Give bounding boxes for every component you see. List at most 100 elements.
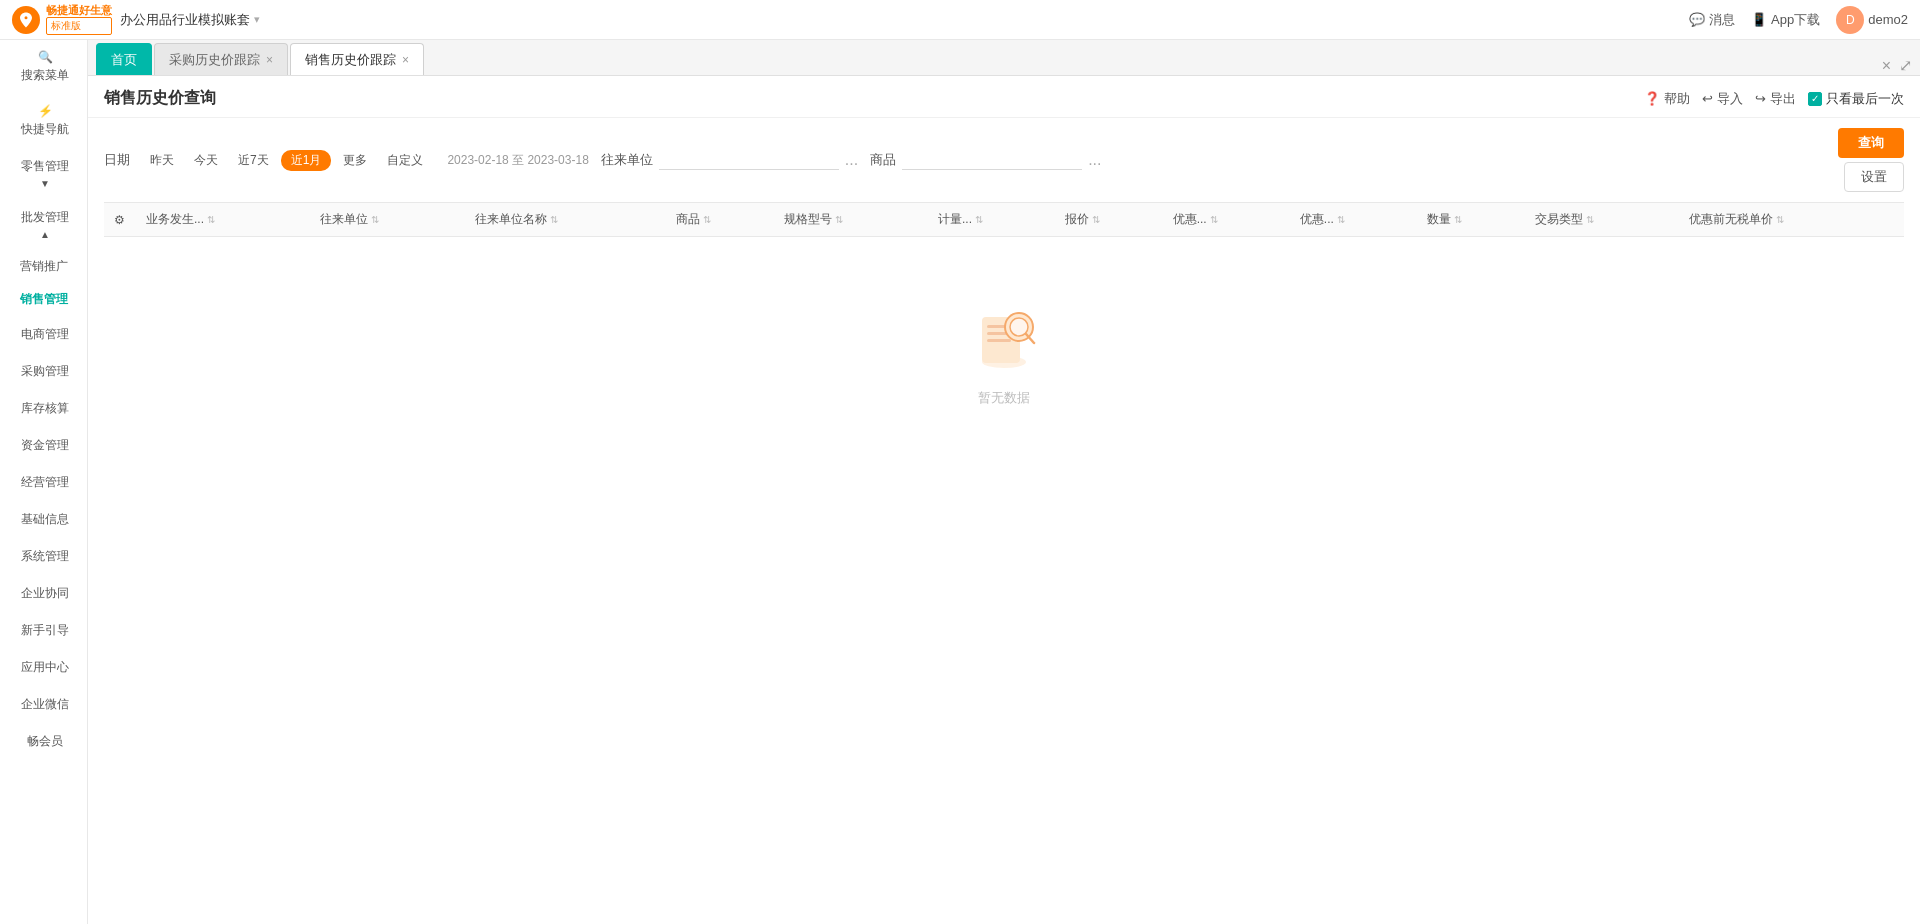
- sidebar-item-inventory-calc[interactable]: 库存核算: [0, 390, 87, 427]
- table-th-quote: 报价 ⇅: [1055, 203, 1163, 237]
- sort-icon-partner-name[interactable]: ⇅: [550, 214, 558, 225]
- table-header: ⚙ 业务发生... ⇅ 往来单位: [104, 203, 1904, 237]
- sort-icon-unit[interactable]: ⇅: [975, 214, 983, 225]
- sidebar-item-purchase-mgmt[interactable]: 采购管理: [0, 353, 87, 390]
- sidebar-item-basic-info[interactable]: 基础信息: [0, 501, 87, 538]
- settings-button[interactable]: 设置: [1844, 162, 1904, 192]
- chevron-down-icon: ▼: [40, 178, 50, 189]
- sort-icon-quote[interactable]: ⇅: [1092, 214, 1100, 225]
- sidebar-item-enterprise-collab[interactable]: 企业协同: [0, 575, 87, 612]
- sort-icon-discount1[interactable]: ⇅: [1210, 214, 1218, 225]
- date-btn-yesterday[interactable]: 昨天: [142, 150, 182, 171]
- sort-icon-trade-type[interactable]: ⇅: [1586, 214, 1594, 225]
- table-th-settings: ⚙: [104, 203, 136, 237]
- product-filter-input[interactable]: [902, 150, 1082, 170]
- purchase-history-tab-label: 采购历史价跟踪: [169, 51, 260, 69]
- right-panel: 首页 采购历史价跟踪 × 销售历史价跟踪 × × ⤢ 销售历史价查询: [88, 40, 1920, 924]
- close-window-button[interactable]: ×: [1882, 57, 1891, 75]
- main-layout: 🔍 搜索菜单 ⚡ 快捷导航 零售管理 ▼ 批发管理 ▲ 营销推广 销售管理 电商…: [0, 40, 1920, 924]
- sort-icon-quantity[interactable]: ⇅: [1454, 214, 1462, 225]
- sidebar-item-quick-nav[interactable]: ⚡ 快捷导航: [0, 94, 87, 148]
- product-filter-label: 商品: [870, 151, 896, 169]
- filter-area: 日期 昨天 今天 近7天 近1月 更多 自定义 2023-02-18 至 202…: [88, 118, 1920, 202]
- chevron-up-icon: ▲: [40, 229, 50, 240]
- page-actions: ❓ 帮助 ↩ 导入 ↪ 导出 只看最后一次: [1644, 90, 1904, 108]
- only-last-checkbox-label[interactable]: 只看最后一次: [1808, 90, 1904, 108]
- sidebar-item-member[interactable]: 畅会员: [0, 723, 87, 760]
- date-btn-7days[interactable]: 近7天: [230, 150, 277, 171]
- svg-rect-4: [987, 339, 1011, 342]
- sort-icon-discount2[interactable]: ⇅: [1337, 214, 1345, 225]
- only-last-checkbox[interactable]: [1808, 92, 1822, 106]
- sidebar: 🔍 搜索菜单 ⚡ 快捷导航 零售管理 ▼ 批发管理 ▲ 营销推广 销售管理 电商…: [0, 40, 88, 924]
- date-btn-custom[interactable]: 自定义: [379, 150, 431, 171]
- export-button[interactable]: ↪ 导出: [1755, 90, 1796, 108]
- table-th-pre-tax-price: 优惠前无税单价 ⇅: [1679, 203, 1904, 237]
- svg-rect-3: [987, 332, 1007, 335]
- sort-icon-partner-code[interactable]: ⇅: [371, 214, 379, 225]
- sidebar-sub-sales-mgmt[interactable]: 销售管理: [0, 283, 87, 316]
- empty-state: 暂无数据: [104, 237, 1904, 467]
- app-title[interactable]: 办公用品行业模拟账套 ▾: [120, 11, 260, 29]
- sidebar-item-system-mgmt[interactable]: 系统管理: [0, 538, 87, 575]
- sales-history-tab-close[interactable]: ×: [402, 53, 409, 67]
- tab-bar: 首页 采购历史价跟踪 × 销售历史价跟踪 × × ⤢: [88, 40, 1920, 76]
- sidebar-item-enterprise-wechat[interactable]: 企业微信: [0, 686, 87, 723]
- date-buttons: 昨天 今天 近7天 近1月 更多 自定义: [142, 150, 431, 171]
- empty-text: 暂无数据: [978, 389, 1030, 407]
- dropdown-arrow-icon[interactable]: ▾: [254, 13, 260, 26]
- import-button[interactable]: ↩ 导入: [1702, 90, 1743, 108]
- logo-area: 畅捷通好生意 标准版: [12, 4, 112, 35]
- sidebar-section-wholesale: 营销推广 销售管理: [0, 250, 87, 316]
- sidebar-item-operation-mgmt[interactable]: 经营管理: [0, 464, 87, 501]
- table-th-trade-type: 交易类型 ⇅: [1525, 203, 1679, 237]
- tab-purchase-history[interactable]: 采购历史价跟踪 ×: [154, 43, 288, 75]
- message-icon: 💬: [1689, 12, 1705, 27]
- product-filter-dots[interactable]: ...: [1088, 151, 1101, 169]
- maximize-window-button[interactable]: ⤢: [1899, 56, 1912, 75]
- help-button[interactable]: ❓ 帮助: [1644, 90, 1690, 108]
- sidebar-item-search-menu[interactable]: 🔍 搜索菜单: [0, 40, 87, 94]
- tab-sales-history[interactable]: 销售历史价跟踪 ×: [290, 43, 424, 75]
- query-button[interactable]: 查询: [1838, 128, 1904, 158]
- sort-icon-spec[interactable]: ⇅: [835, 214, 843, 225]
- data-table: ⚙ 业务发生... ⇅ 往来单位: [104, 202, 1904, 237]
- sidebar-sub-marketing[interactable]: 营销推广: [0, 250, 87, 283]
- table-th-spec: 规格型号 ⇅: [774, 203, 928, 237]
- sort-icon-product[interactable]: ⇅: [703, 214, 711, 225]
- purchase-history-tab-close[interactable]: ×: [266, 53, 273, 67]
- user-menu[interactable]: D demo2: [1836, 6, 1908, 34]
- sidebar-item-finance-mgmt[interactable]: 资金管理: [0, 427, 87, 464]
- empty-illustration: [964, 297, 1044, 377]
- date-btn-1month[interactable]: 近1月: [281, 150, 332, 171]
- sidebar-item-beginner-guide[interactable]: 新手引导: [0, 612, 87, 649]
- sidebar-item-retail-mgmt[interactable]: 零售管理 ▼: [0, 148, 87, 199]
- search-icon: 🔍: [38, 50, 53, 64]
- partner-filter-dots[interactable]: ...: [845, 151, 858, 169]
- top-bar-right: 💬 消息 📱 App下载 D demo2: [1689, 6, 1908, 34]
- table-th-product: 商品 ⇅: [666, 203, 774, 237]
- export-icon: ↪: [1755, 91, 1766, 106]
- partner-filter-input[interactable]: [659, 150, 839, 170]
- sidebar-item-ecommerce-mgmt[interactable]: 电商管理: [0, 316, 87, 353]
- date-btn-today[interactable]: 今天: [186, 150, 226, 171]
- gear-icon[interactable]: ⚙: [114, 213, 125, 227]
- content-area: 销售历史价查询 ❓ 帮助 ↩ 导入 ↪ 导出: [88, 76, 1920, 924]
- table-th-quantity: 数量 ⇅: [1417, 203, 1525, 237]
- tab-home[interactable]: 首页: [96, 43, 152, 75]
- table-th-partner-code: 往来单位 ⇅: [310, 203, 464, 237]
- help-icon: ❓: [1644, 91, 1660, 106]
- message-button[interactable]: 💬 消息: [1689, 11, 1735, 29]
- quick-nav-icon: ⚡: [38, 104, 53, 118]
- avatar: D: [1836, 6, 1864, 34]
- home-tab-label: 首页: [111, 51, 137, 69]
- date-filter-label: 日期: [104, 151, 130, 169]
- date-btn-more[interactable]: 更多: [335, 150, 375, 171]
- table-th-biz-date: 业务发生... ⇅: [136, 203, 310, 237]
- sidebar-item-app-center[interactable]: 应用中心: [0, 649, 87, 686]
- sort-icon-biz-date[interactable]: ⇅: [207, 214, 215, 225]
- sidebar-item-wholesale-mgmt[interactable]: 批发管理 ▲: [0, 199, 87, 250]
- sort-icon-pre-tax-price[interactable]: ⇅: [1776, 214, 1784, 225]
- filter-action-buttons: 查询 设置: [1838, 128, 1904, 192]
- app-download-button[interactable]: 📱 App下载: [1751, 11, 1820, 29]
